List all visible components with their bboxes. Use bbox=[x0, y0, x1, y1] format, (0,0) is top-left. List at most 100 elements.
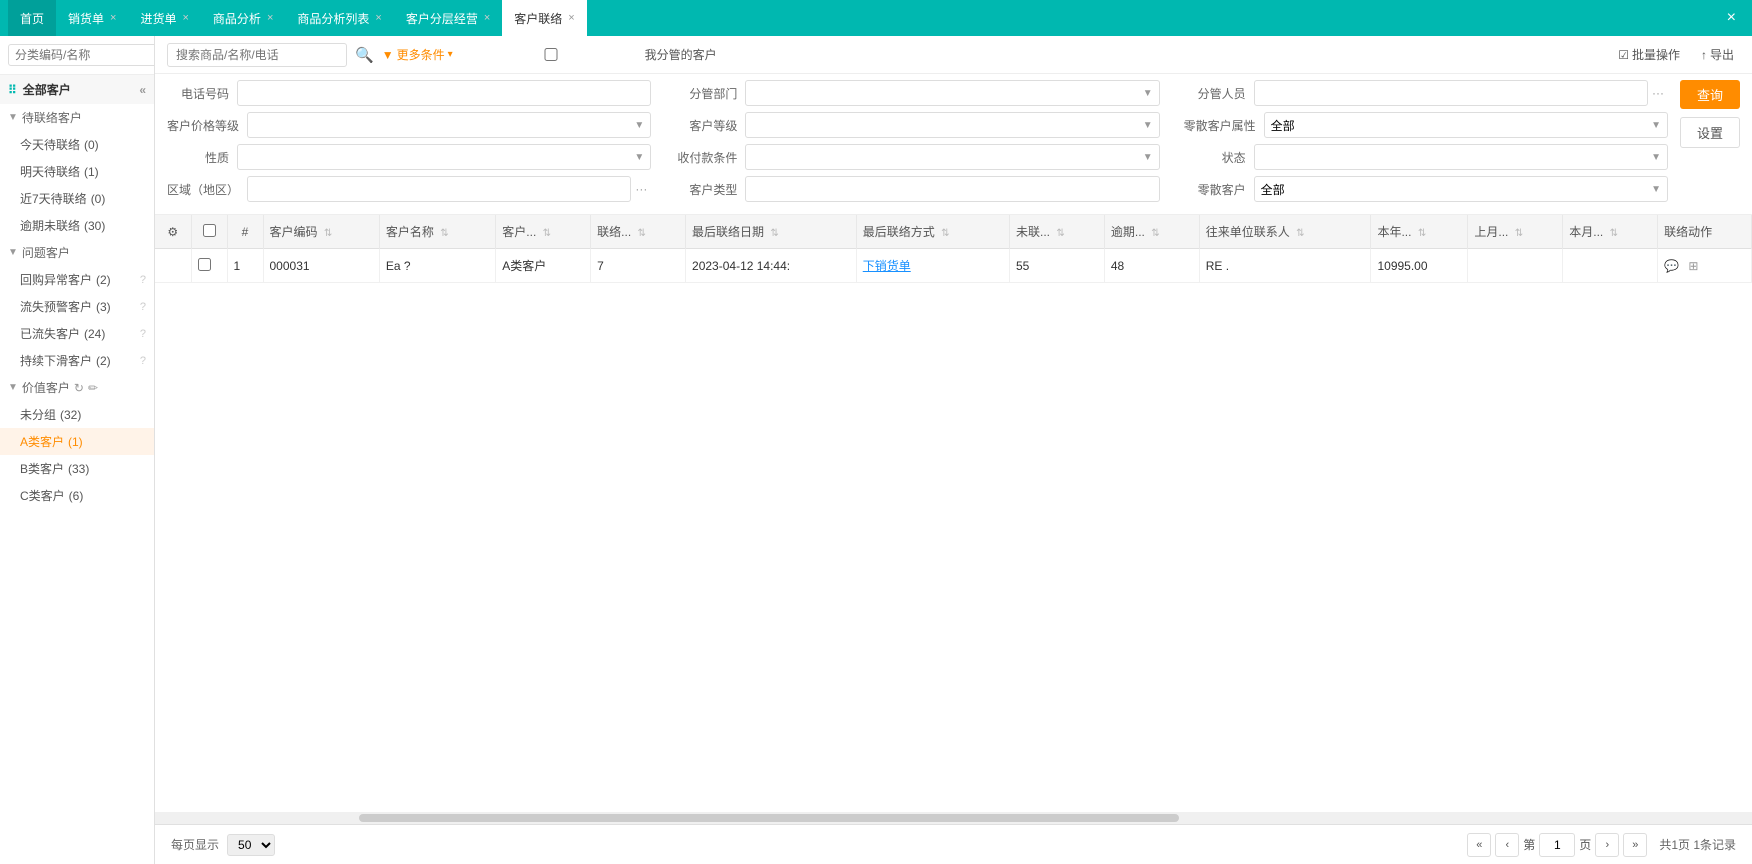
phone-input[interactable] bbox=[237, 80, 651, 106]
prev-page-button[interactable]: ‹ bbox=[1495, 833, 1519, 857]
query-button[interactable]: 查询 bbox=[1680, 80, 1740, 109]
col-header-last-month[interactable]: 上月... ⇅ bbox=[1468, 215, 1563, 249]
retail-attr-select[interactable]: 全部 ▼ bbox=[1264, 112, 1668, 138]
sidebar-item-repurchase[interactable]: 回购异常客户 (2) ? bbox=[0, 266, 154, 293]
row-action-cell[interactable]: 💬 ⊞ bbox=[1658, 249, 1752, 283]
row-checkbox[interactable] bbox=[198, 258, 211, 271]
sidebar-item-ungroup[interactable]: 未分组 (32) bbox=[0, 401, 154, 428]
cust-type-input[interactable] bbox=[745, 176, 1159, 202]
sidebar-item-class-a[interactable]: A类客户 (1) bbox=[0, 428, 154, 455]
scroll-thumb[interactable] bbox=[359, 814, 1179, 822]
row-action-contact-icon[interactable]: 💬 bbox=[1664, 259, 1679, 273]
row-check-cell[interactable] bbox=[191, 249, 227, 283]
col-header-contact-person[interactable]: 往来单位联系人 ⇅ bbox=[1199, 215, 1371, 249]
churn-warn-count: (3) bbox=[96, 300, 111, 314]
sidebar-search-input[interactable] bbox=[8, 44, 155, 66]
col-header-name[interactable]: 客户名称 ⇅ bbox=[379, 215, 495, 249]
nav-tab-purchase[interactable]: 进货单 × bbox=[128, 0, 200, 36]
tab-purchase-close[interactable]: × bbox=[182, 12, 188, 24]
tab-customer-tier-close[interactable]: × bbox=[484, 12, 490, 24]
my-customers-filter[interactable]: 我分管的客户 bbox=[461, 46, 717, 63]
col-header-last-method[interactable]: 最后联络方式 ⇅ bbox=[856, 215, 1009, 249]
all-customers-label: 全部客户 bbox=[23, 81, 71, 98]
value-refresh-icon[interactable]: ↻ bbox=[74, 381, 84, 395]
nav-tab-home[interactable]: 首页 bbox=[8, 0, 56, 36]
col-header-overdue[interactable]: 逾期... ⇅ bbox=[1104, 215, 1199, 249]
dept-select[interactable]: ▼ bbox=[745, 80, 1159, 106]
sidebar-item-today[interactable]: 今天待联络 (0) bbox=[0, 131, 154, 158]
tab-analysis-close[interactable]: × bbox=[267, 12, 273, 24]
price-level-select[interactable]: ▼ bbox=[247, 112, 651, 138]
col-header-check[interactable] bbox=[191, 215, 227, 249]
nature-select[interactable]: ▼ bbox=[237, 144, 651, 170]
status-select[interactable]: ▼ bbox=[1254, 144, 1668, 170]
close-all-tabs-button[interactable]: × bbox=[1719, 9, 1744, 27]
payment-select[interactable]: ▼ bbox=[745, 144, 1159, 170]
row-last-method-cell[interactable]: 下销货单 bbox=[856, 249, 1009, 283]
col-header-gear[interactable]: ⚙ bbox=[155, 215, 191, 249]
search-button[interactable]: 🔍 bbox=[355, 46, 374, 64]
row-year-amount: 10995.00 bbox=[1377, 259, 1427, 273]
sidebar-item-churn-warn[interactable]: 流失预警客户 (3) ? bbox=[0, 293, 154, 320]
gear-icon[interactable]: ⚙ bbox=[167, 225, 178, 239]
first-page-button[interactable]: « bbox=[1467, 833, 1491, 857]
col-contact-person-label: 往来单位联系人 bbox=[1206, 225, 1290, 239]
tab-customer-contact-close[interactable]: × bbox=[568, 12, 574, 24]
col-header-contact-count[interactable]: 联络... ⇅ bbox=[591, 215, 686, 249]
col-header-year-amount[interactable]: 本年... ⇅ bbox=[1371, 215, 1468, 249]
sidebar-item-overdue[interactable]: 逾期未联络 (30) bbox=[0, 212, 154, 239]
nav-tab-customer-tier[interactable]: 客户分层经营 × bbox=[394, 0, 502, 36]
search-input[interactable] bbox=[167, 43, 347, 67]
last-page-button[interactable]: » bbox=[1623, 833, 1647, 857]
repurchase-help-icon[interactable]: ? bbox=[140, 274, 146, 286]
more-filters-button[interactable]: ▼ 更多条件 ▾ bbox=[382, 46, 453, 63]
sidebar-item-class-b[interactable]: B类客户 (33) bbox=[0, 455, 154, 482]
select-all-checkbox[interactable] bbox=[203, 224, 216, 237]
manager-dots-icon[interactable]: ··· bbox=[1648, 86, 1668, 100]
row-name: Ea ? bbox=[386, 259, 411, 273]
churn-warn-help-icon[interactable]: ? bbox=[140, 301, 146, 313]
all-customers-header[interactable]: ⠿ 全部客户 « bbox=[0, 75, 154, 104]
horizontal-scrollbar[interactable] bbox=[155, 812, 1752, 824]
nav-tab-customer-contact[interactable]: 客户联络 × bbox=[502, 0, 586, 36]
row-last-method[interactable]: 下销货单 bbox=[863, 259, 911, 273]
col-header-uncontacted[interactable]: 未联... ⇅ bbox=[1010, 215, 1105, 249]
price-level-label: 客户价格等级 bbox=[167, 117, 247, 134]
region-dots-icon[interactable]: ··· bbox=[631, 182, 651, 196]
sidebar-section-problem[interactable]: ▼ 问题客户 bbox=[0, 239, 154, 266]
advanced-filters: 电话号码 分管部门 ▼ 分管人员 bbox=[155, 74, 1752, 215]
col-header-this-month[interactable]: 本月... ⇅ bbox=[1563, 215, 1658, 249]
cust-level-select[interactable]: ▼ bbox=[745, 112, 1159, 138]
export-button[interactable]: ↑ 导出 bbox=[1695, 42, 1740, 67]
sidebar-item-week[interactable]: 近7天待联络 (0) bbox=[0, 185, 154, 212]
value-edit-icon[interactable]: ✏ bbox=[88, 381, 98, 395]
tab-sales-close[interactable]: × bbox=[110, 12, 116, 24]
nav-tab-analysis[interactable]: 商品分析 × bbox=[201, 0, 285, 36]
sidebar-section-value[interactable]: ▼ 价值客户 ↻ ✏ bbox=[0, 374, 154, 401]
filter-cell-retail-attr: 零散客户属性 全部 ▼ bbox=[1184, 112, 1668, 138]
page-number-input[interactable] bbox=[1539, 833, 1575, 857]
declining-help-icon[interactable]: ? bbox=[140, 355, 146, 367]
col-header-level[interactable]: 客户... ⇅ bbox=[496, 215, 591, 249]
batch-ops-button[interactable]: ☑ 批量操作 bbox=[1611, 42, 1687, 67]
sidebar-section-pending[interactable]: ▼ 待联络客户 bbox=[0, 104, 154, 131]
collapse-sidebar-icon[interactable]: « bbox=[139, 83, 146, 97]
sidebar-item-tomorrow[interactable]: 明天待联络 (1) bbox=[0, 158, 154, 185]
page-size-select[interactable]: 50 bbox=[227, 834, 275, 856]
nav-tab-analysis-list[interactable]: 商品分析列表 × bbox=[285, 0, 393, 36]
tab-analysis-list-close[interactable]: × bbox=[375, 12, 381, 24]
manager-input[interactable] bbox=[1254, 80, 1648, 106]
setting-button[interactable]: 设置 bbox=[1680, 117, 1740, 148]
retail-select[interactable]: 全部 ▼ bbox=[1254, 176, 1668, 202]
nav-tab-sales[interactable]: 销货单 × bbox=[56, 0, 128, 36]
next-page-button[interactable]: › bbox=[1595, 833, 1619, 857]
col-header-last-date[interactable]: 最后联络日期 ⇅ bbox=[686, 215, 857, 249]
region-input[interactable] bbox=[247, 176, 631, 202]
sidebar-item-class-c[interactable]: C类客户 (6) bbox=[0, 482, 154, 509]
churned-help-icon[interactable]: ? bbox=[140, 328, 146, 340]
col-header-code[interactable]: 客户编码 ⇅ bbox=[263, 215, 379, 249]
sidebar-item-churned[interactable]: 已流失客户 (24) ? bbox=[0, 320, 154, 347]
row-action-qr-icon[interactable]: ⊞ bbox=[1688, 259, 1698, 273]
sidebar-item-declining[interactable]: 持续下滑客户 (2) ? bbox=[0, 347, 154, 374]
my-customers-checkbox[interactable] bbox=[461, 48, 641, 61]
